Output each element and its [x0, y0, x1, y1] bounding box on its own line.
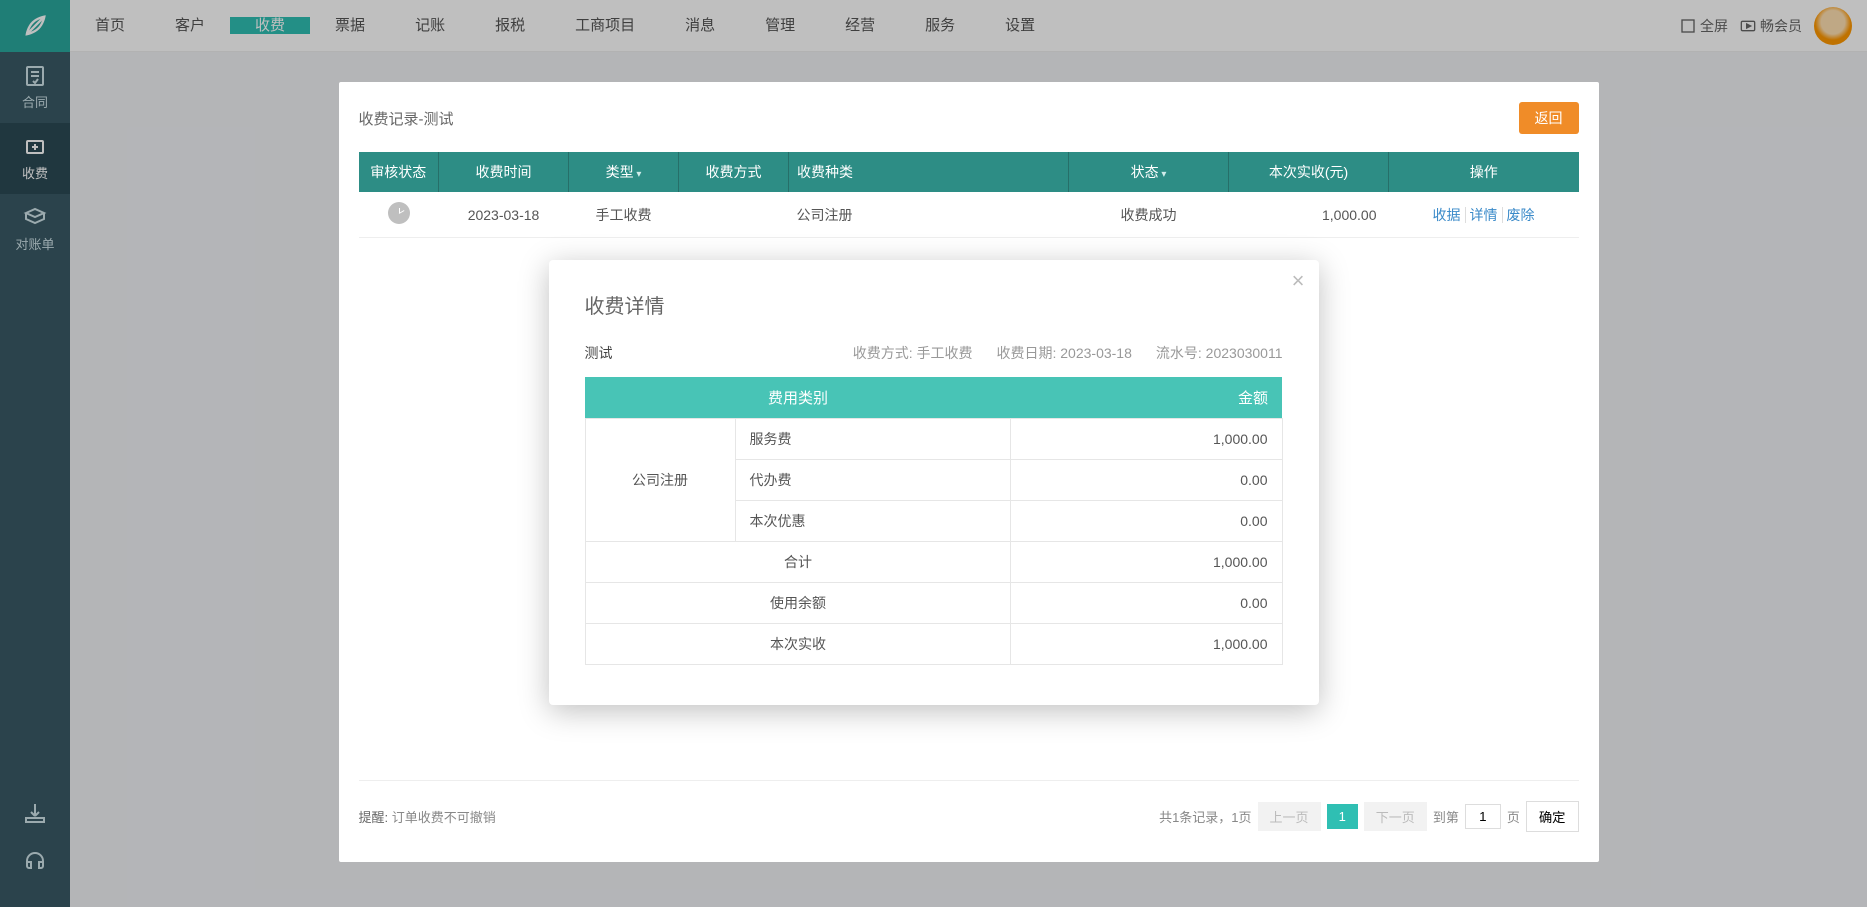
clock-icon — [388, 202, 410, 224]
detail-total-row: 合计1,000.00 — [585, 542, 1282, 583]
cell-ops: 收据详情废除 — [1389, 192, 1579, 238]
cell-status: 收费成功 — [1069, 192, 1229, 238]
cell-amount: 1,000.00 — [1229, 192, 1389, 238]
th-7: 操作 — [1389, 152, 1579, 192]
detail-total-row: 使用余额0.00 — [585, 583, 1282, 624]
next-page-button[interactable]: 下一页 — [1364, 802, 1427, 831]
th-1: 收费时间 — [439, 152, 569, 192]
detail-modal: × 收费详情 测试 收费方式: 手工收费 收费日期: 2023-03-18 流水… — [549, 260, 1319, 705]
cell-time: 2023-03-18 — [439, 192, 569, 238]
goto-suffix: 页 — [1507, 807, 1520, 826]
detail-group-name: 公司注册 — [585, 419, 735, 542]
th-0: 审核状态 — [359, 152, 439, 192]
cell-type: 手工收费 — [569, 192, 679, 238]
detail-total-row: 本次实收1,000.00 — [585, 624, 1282, 665]
close-icon[interactable]: × — [1292, 270, 1305, 292]
th-2[interactable]: 类型 — [569, 152, 679, 192]
goto-page-input[interactable] — [1465, 804, 1501, 829]
pager: 共1条记录，1页 上一页 1 下一页 到第 页 确定 — [1159, 801, 1578, 832]
panel-footer: 提醒: 订单收费不可撤销 共1条记录，1页 上一页 1 下一页 到第 页 确定 — [359, 780, 1579, 832]
modal-meta: 收费方式: 手工收费 收费日期: 2023-03-18 流水号: 2023030… — [853, 343, 1283, 363]
cell-method — [679, 192, 789, 238]
footer-tip: 提醒: 订单收费不可撤销 — [359, 807, 496, 826]
th-6: 本次实收(元) — [1229, 152, 1389, 192]
th-3: 收费方式 — [679, 152, 789, 192]
back-button[interactable]: 返回 — [1519, 102, 1579, 134]
th-4: 收费种类 — [789, 152, 1069, 192]
th-amount: 金额 — [1011, 377, 1282, 419]
modal-title: 收费详情 — [585, 290, 1283, 319]
op-receipt[interactable]: 收据 — [1429, 207, 1465, 223]
th-category: 费用类别 — [585, 377, 1011, 419]
detail-row: 公司注册服务费1,000.00 — [585, 419, 1282, 460]
modal-customer: 测试 — [585, 343, 613, 363]
op-detail[interactable]: 详情 — [1465, 207, 1502, 223]
goto-prefix: 到第 — [1433, 807, 1459, 826]
detail-table: 费用类别 金额 公司注册服务费1,000.00代办费0.00本次优惠0.00合计… — [585, 377, 1283, 665]
cell-feekind: 公司注册 — [789, 192, 1069, 238]
table-row: 2023-03-18 手工收费 公司注册 收费成功 1,000.00 收据详情废… — [359, 192, 1579, 238]
pager-summary: 共1条记录，1页 — [1159, 807, 1251, 826]
prev-page-button[interactable]: 上一页 — [1258, 802, 1321, 831]
page-1-button[interactable]: 1 — [1327, 804, 1358, 829]
records-table: 审核状态收费时间类型收费方式收费种类状态本次实收(元)操作 2023-03-18… — [359, 152, 1579, 238]
th-5[interactable]: 状态 — [1069, 152, 1229, 192]
op-void[interactable]: 废除 — [1502, 207, 1539, 223]
goto-confirm-button[interactable]: 确定 — [1526, 801, 1579, 832]
panel-title: 收费记录-测试 — [359, 108, 454, 129]
